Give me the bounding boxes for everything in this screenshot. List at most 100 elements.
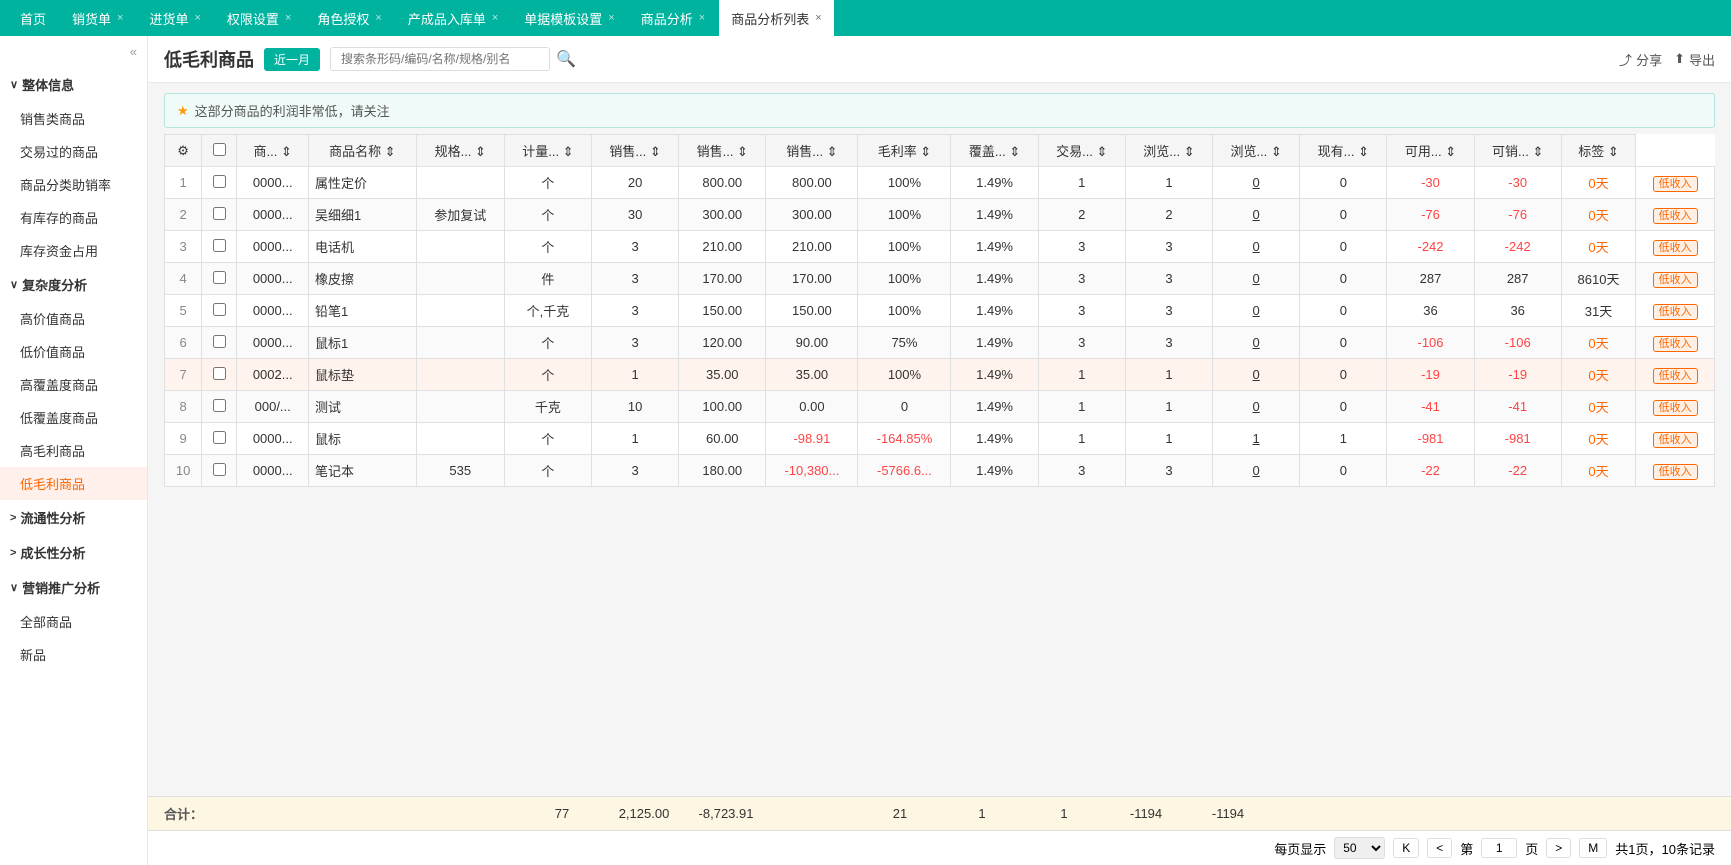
- search-input[interactable]: [330, 47, 550, 71]
- sidebar-item-low-coverage[interactable]: 低覆盖度商品: [0, 401, 147, 434]
- row-view1[interactable]: 0: [1213, 199, 1300, 231]
- sidebar-group-liquidity[interactable]: > 流通性分析: [0, 500, 147, 535]
- close-icon[interactable]: ×: [285, 12, 291, 24]
- nav-product-entry[interactable]: 产成品入库单 ×: [396, 0, 510, 36]
- row-view1[interactable]: 0: [1213, 327, 1300, 359]
- table-row[interactable]: 10 0000... 笔记本 535 个 3 180.00 -10,380...…: [165, 455, 1715, 487]
- row-select-checkbox[interactable]: [213, 367, 226, 380]
- row-select-checkbox[interactable]: [213, 239, 226, 252]
- col-tag[interactable]: 标签 ⇕: [1561, 135, 1635, 167]
- sidebar-group-growth[interactable]: > 成长性分析: [0, 535, 147, 570]
- nav-product-analysis[interactable]: 商品分析 ×: [629, 0, 717, 36]
- close-icon[interactable]: ×: [194, 12, 200, 24]
- row-checkbox[interactable]: [202, 167, 237, 199]
- close-icon[interactable]: ×: [117, 12, 123, 24]
- page-input[interactable]: [1481, 838, 1517, 858]
- row-checkbox[interactable]: [202, 391, 237, 423]
- row-name[interactable]: 鼠标: [308, 423, 416, 455]
- table-row[interactable]: 1 0000... 属性定价 个 20 800.00 800.00 100% 1…: [165, 167, 1715, 199]
- search-button[interactable]: 🔍: [556, 49, 576, 69]
- first-page-btn[interactable]: K: [1393, 838, 1419, 858]
- nav-template[interactable]: 单据模板设置 ×: [512, 0, 626, 36]
- share-button[interactable]: ⤴ 分享: [1619, 50, 1662, 69]
- row-select-checkbox[interactable]: [213, 463, 226, 476]
- row-name[interactable]: 电话机: [308, 231, 416, 263]
- last-page-btn[interactable]: M: [1579, 838, 1607, 858]
- row-checkbox[interactable]: [202, 327, 237, 359]
- row-name[interactable]: 鼠标1: [308, 327, 416, 359]
- row-checkbox[interactable]: [202, 199, 237, 231]
- nav-permission[interactable]: 权限设置 ×: [215, 0, 303, 36]
- nav-role[interactable]: 角色授权 ×: [305, 0, 393, 36]
- row-select-checkbox[interactable]: [213, 271, 226, 284]
- sidebar-collapse-btn[interactable]: «: [0, 36, 147, 67]
- row-select-checkbox[interactable]: [213, 431, 226, 444]
- sidebar-group-complexity[interactable]: ∨ 复杂度分析: [0, 267, 147, 302]
- sidebar-item-capital[interactable]: 库存资金占用: [0, 234, 147, 267]
- close-icon[interactable]: ×: [608, 12, 614, 24]
- table-row[interactable]: 5 0000... 铅笔1 个,千克 3 150.00 150.00 100% …: [165, 295, 1715, 327]
- row-checkbox[interactable]: [202, 295, 237, 327]
- row-select-checkbox[interactable]: [213, 207, 226, 220]
- sidebar-item-high-value[interactable]: 高价值商品: [0, 302, 147, 335]
- col-qty[interactable]: 销售... ⇕: [592, 135, 679, 167]
- row-name[interactable]: 测试: [308, 391, 416, 423]
- col-trade[interactable]: 交易... ⇕: [1038, 135, 1125, 167]
- table-row[interactable]: 8 000/... 测试 千克 10 100.00 0.00 0 1.49% 1…: [165, 391, 1715, 423]
- col-settings[interactable]: ⚙: [165, 135, 202, 167]
- col-code[interactable]: 商... ⇕: [237, 135, 309, 167]
- row-view1[interactable]: 1: [1213, 423, 1300, 455]
- sidebar-item-low-margin[interactable]: 低毛利商品: [0, 467, 147, 500]
- row-name[interactable]: 笔记本: [308, 455, 416, 487]
- table-row[interactable]: 3 0000... 电话机 个 3 210.00 210.00 100% 1.4…: [165, 231, 1715, 263]
- col-margin[interactable]: 毛利率 ⇕: [858, 135, 951, 167]
- close-icon[interactable]: ×: [492, 12, 498, 24]
- row-select-checkbox[interactable]: [213, 399, 226, 412]
- row-view1[interactable]: 0: [1213, 455, 1300, 487]
- data-table-wrap[interactable]: ⚙ 商... ⇕ 商品名称 ⇕ 规格... ⇕ 计量... ⇕ 销售... ⇕ …: [164, 134, 1715, 796]
- sidebar-item-high-margin[interactable]: 高毛利商品: [0, 434, 147, 467]
- row-checkbox[interactable]: [202, 359, 237, 391]
- next-page-btn[interactable]: >: [1546, 838, 1571, 858]
- row-view1[interactable]: 0: [1213, 167, 1300, 199]
- row-checkbox[interactable]: [202, 231, 237, 263]
- row-view1[interactable]: 0: [1213, 295, 1300, 327]
- close-icon[interactable]: ×: [699, 12, 705, 24]
- col-name[interactable]: 商品名称 ⇕: [308, 135, 416, 167]
- select-all-checkbox[interactable]: [213, 143, 226, 156]
- row-checkbox[interactable]: [202, 455, 237, 487]
- page-size-select[interactable]: 50 100 200: [1334, 837, 1385, 859]
- col-stock[interactable]: 现有... ⇕: [1300, 135, 1387, 167]
- sidebar-group-overall[interactable]: ∨ 整体信息: [0, 67, 147, 102]
- col-checkbox[interactable]: [202, 135, 237, 167]
- sidebar-item-sales-goods[interactable]: 销售类商品: [0, 102, 147, 135]
- sidebar-item-low-value[interactable]: 低价值商品: [0, 335, 147, 368]
- sidebar-item-stocked-goods[interactable]: 有库存的商品: [0, 201, 147, 234]
- row-name[interactable]: 鼠标垫: [308, 359, 416, 391]
- nav-purchase[interactable]: 进货单 ×: [137, 0, 212, 36]
- row-name[interactable]: 属性定价: [308, 167, 416, 199]
- row-checkbox[interactable]: [202, 423, 237, 455]
- col-spec[interactable]: 规格... ⇕: [416, 135, 504, 167]
- col-view2[interactable]: 浏览... ⇕: [1213, 135, 1300, 167]
- row-view1[interactable]: 0: [1213, 359, 1300, 391]
- nav-product-analysis-list[interactable]: 商品分析列表 ×: [719, 0, 833, 36]
- col-unit[interactable]: 计量... ⇕: [504, 135, 591, 167]
- row-view1[interactable]: 0: [1213, 391, 1300, 423]
- prev-page-btn[interactable]: <: [1427, 838, 1452, 858]
- table-row[interactable]: 2 0000... 吴细细1 参加复试 个 30 300.00 300.00 1…: [165, 199, 1715, 231]
- sidebar-item-new-goods[interactable]: 新品: [0, 638, 147, 671]
- col-coverage[interactable]: 覆盖... ⇕: [951, 135, 1038, 167]
- sidebar-item-all-goods[interactable]: 全部商品: [0, 605, 147, 638]
- filter-recent-btn[interactable]: 近一月: [264, 48, 320, 71]
- sidebar-group-marketing[interactable]: ∨ 营销推广分析: [0, 570, 147, 605]
- table-row[interactable]: 4 0000... 橡皮擦 件 3 170.00 170.00 100% 1.4…: [165, 263, 1715, 295]
- nav-home[interactable]: 首页: [8, 0, 58, 36]
- table-row[interactable]: 7 0002... 鼠标垫 个 1 35.00 35.00 100% 1.49%…: [165, 359, 1715, 391]
- sidebar-item-category-rate[interactable]: 商品分类助销率: [0, 168, 147, 201]
- col-price[interactable]: 销售... ⇕: [679, 135, 766, 167]
- sidebar-item-high-coverage[interactable]: 高覆盖度商品: [0, 368, 147, 401]
- row-view1[interactable]: 0: [1213, 231, 1300, 263]
- row-name[interactable]: 铅笔1: [308, 295, 416, 327]
- row-select-checkbox[interactable]: [213, 303, 226, 316]
